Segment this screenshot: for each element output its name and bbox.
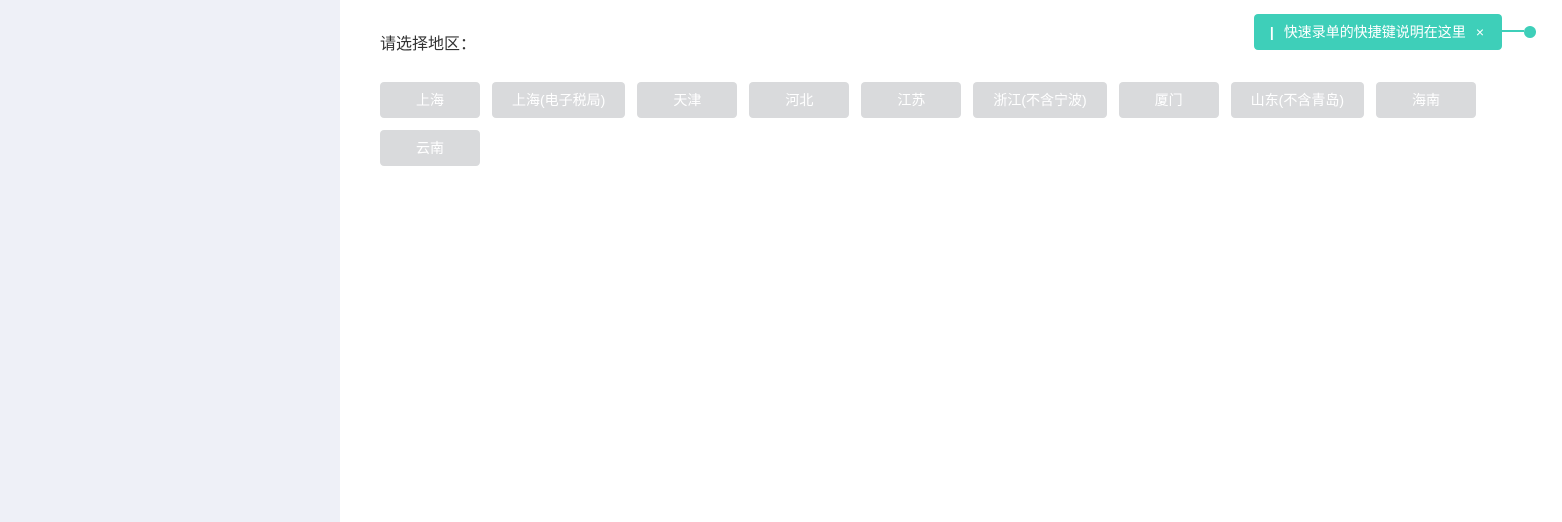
region-btn-zhejiang[interactable]: 浙江(不含宁波) (973, 82, 1106, 118)
region-btn-shanghai-etax[interactable]: 上海(电子税局) (492, 82, 625, 118)
region-btn-hebei[interactable]: 河北 (749, 82, 849, 118)
region-btn-hainan[interactable]: 海南 (1376, 82, 1476, 118)
tooltip-banner: 快速录单的快捷键说明在这里 × (1254, 14, 1502, 50)
region-btn-shanghai[interactable]: 上海 (380, 82, 480, 118)
tooltip-close-button[interactable]: × (1474, 24, 1486, 40)
tooltip-text: 快速录单的快捷键说明在这里 (1284, 22, 1466, 42)
region-btn-yunnan[interactable]: 云南 (380, 130, 480, 166)
region-btn-jiangsu[interactable]: 江苏 (861, 82, 961, 118)
region-btn-tianjin[interactable]: 天津 (637, 82, 737, 118)
region-btn-xiamen[interactable]: 厦门 (1119, 82, 1219, 118)
sidebar (0, 0, 340, 522)
tooltip-dot (1524, 26, 1536, 38)
tooltip-line (1502, 30, 1524, 32)
region-buttons-container: 上海上海(电子税局) 天津河北江苏浙江(不含宁波) 厦门山东(不含青岛) 海南云南 (380, 82, 1522, 166)
main-content: 请选择地区： 上海上海(电子税局)天津河北江苏浙江(不含宁波)厦门山东(不含青岛… (340, 0, 1562, 522)
region-btn-shandong[interactable]: 山东(不含青岛) (1231, 82, 1364, 118)
